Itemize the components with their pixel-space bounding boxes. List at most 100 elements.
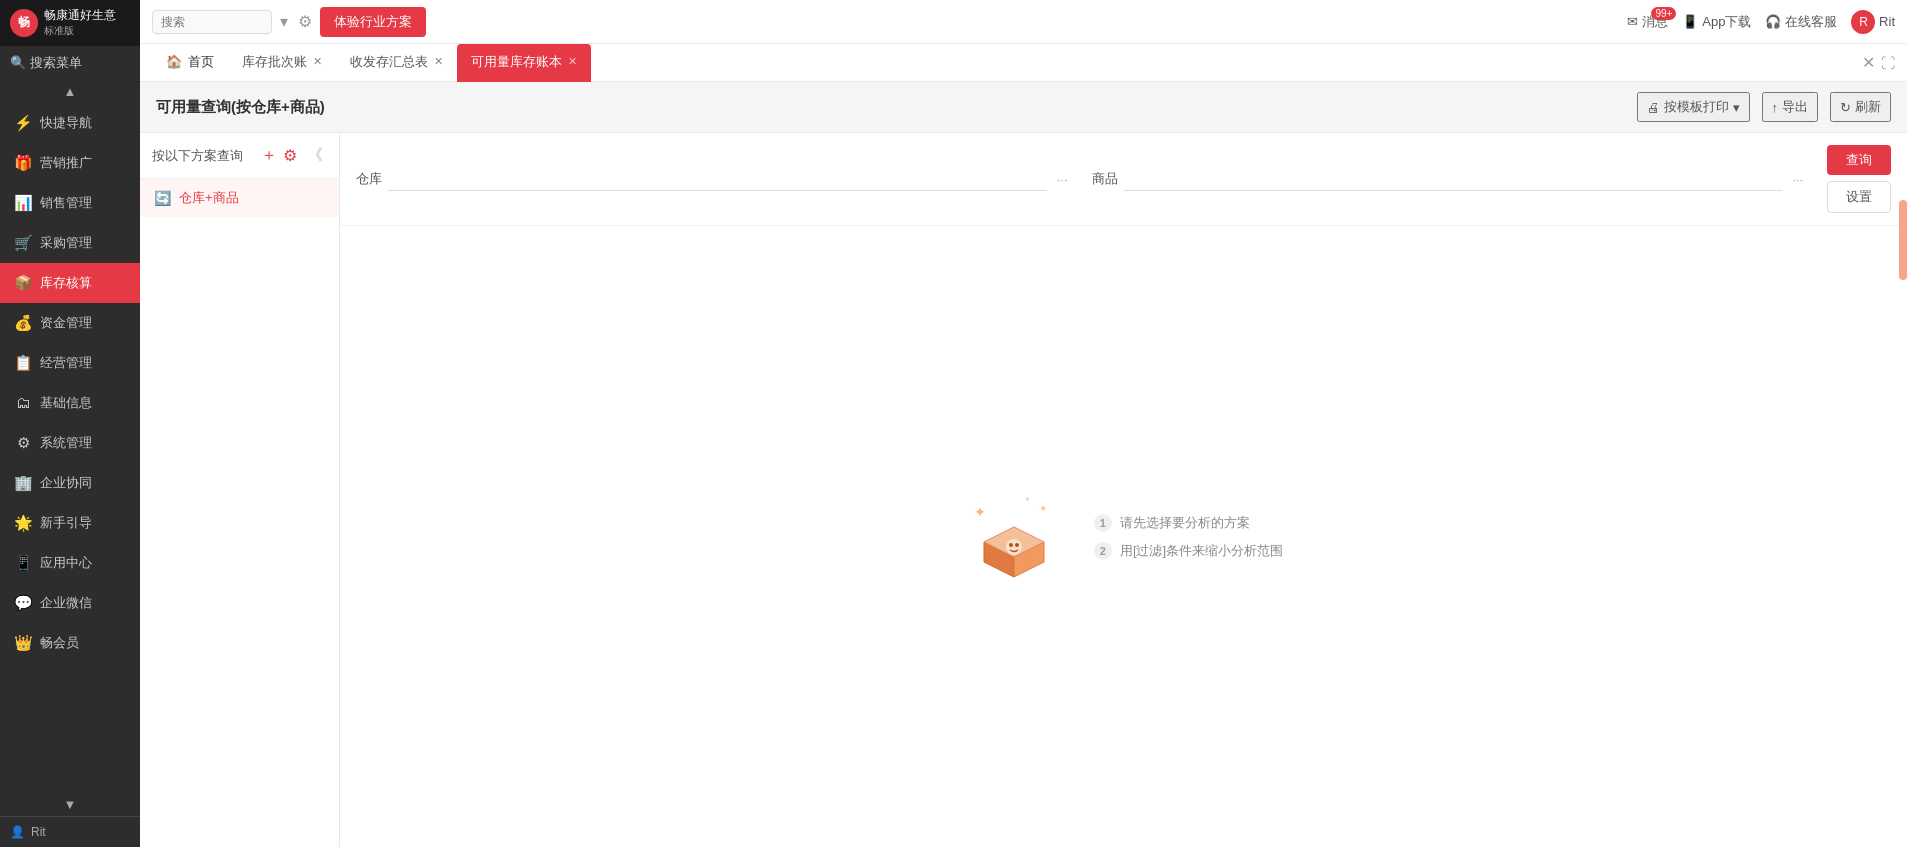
product-more-btn[interactable]: ··· [1788, 172, 1807, 187]
topbar: ▾ ⚙ 体验行业方案 ✉ 消息 99+ 📱 App下载 🎧 在线客服 R Rit [140, 0, 1907, 44]
sidebar-item-label: 系统管理 [40, 434, 92, 452]
username-label: Rit [31, 825, 46, 839]
app-subtitle: 标准版 [44, 24, 116, 38]
sidebar-item-label: 经营管理 [40, 354, 92, 372]
topbar-left: ▾ ⚙ 体验行业方案 [152, 7, 1619, 37]
tab-batch-ledger[interactable]: 库存批次账 ✕ [228, 44, 336, 82]
sidebar-item-system[interactable]: ⚙ 系统管理 [0, 423, 140, 463]
newbie-icon: 🌟 [14, 514, 32, 532]
filter-actions: ＋ ⚙ 《 [261, 143, 327, 168]
print-icon: 🖨 [1647, 100, 1660, 115]
topbar-search-input[interactable] [152, 10, 272, 34]
message-badge: 99+ [1651, 7, 1676, 20]
warehouse-more-btn[interactable]: ··· [1053, 172, 1072, 187]
wechat-icon: 💬 [14, 594, 32, 612]
sidebar-item-label: 资金管理 [40, 314, 92, 332]
sidebar-item-finance[interactable]: 💰 资金管理 [0, 303, 140, 343]
tab-available-ledger-close[interactable]: ✕ [568, 55, 577, 68]
warehouse-input[interactable] [388, 167, 1047, 191]
phone-icon: 📱 [1682, 14, 1698, 29]
home-icon: 🏠 [166, 54, 182, 69]
tip-text-2: 用[过滤]条件来缩小分析范围 [1120, 542, 1283, 560]
sidebar-item-member[interactable]: 👑 畅会员 [0, 623, 140, 663]
app-title-group: 畅康通好生意 标准版 [44, 8, 116, 38]
message-btn[interactable]: ✉ 消息 99+ [1627, 13, 1668, 31]
page-header-actions: 🖨 按模板打印 ▾ ↑ 导出 ↻ 刷新 [1637, 92, 1892, 122]
app-title: 畅康通好生意 [44, 8, 116, 24]
app-download-btn[interactable]: 📱 App下载 [1682, 13, 1751, 31]
sidebar-item-label: 新手引导 [40, 514, 92, 532]
dropdown-btn[interactable]: ▾ [278, 10, 290, 33]
tabs-bar: 🏠 首页 库存批次账 ✕ 收发存汇总表 ✕ 可用量库存账本 ✕ ✕ ⛶ [140, 44, 1907, 82]
settings-query-btn[interactable]: 设置 [1827, 181, 1891, 213]
industry-btn[interactable]: 体验行业方案 [320, 7, 426, 37]
sidebar-item-purchase[interactable]: 🛒 采购管理 [0, 223, 140, 263]
tab-in-out-summary-label: 收发存汇总表 [350, 53, 428, 71]
sidebar-item-marketing[interactable]: 🎁 营销推广 [0, 143, 140, 183]
sidebar-item-label: 采购管理 [40, 234, 92, 252]
filter-warehouse-product[interactable]: 🔄 仓库+商品 [140, 179, 339, 217]
product-input[interactable] [1124, 167, 1783, 191]
sidebar-item-enterprise[interactable]: 🏢 企业协同 [0, 463, 140, 503]
sidebar-item-operations[interactable]: 📋 经营管理 [0, 343, 140, 383]
sidebar-item-inventory[interactable]: 📦 库存核算 [0, 263, 140, 303]
print-dropdown-icon: ▾ [1733, 100, 1740, 115]
sidebar-item-label: 营销推广 [40, 154, 92, 172]
svg-text:✦: ✦ [1039, 503, 1047, 514]
search-icon: 🔍 [10, 55, 26, 70]
app-logo: 畅 [10, 9, 38, 37]
filter-settings-btn[interactable]: ⚙ [283, 143, 297, 168]
sales-icon: 📊 [14, 194, 32, 212]
search-menu[interactable]: 🔍 搜索菜单 [0, 46, 140, 80]
close-tab-btn[interactable]: ✕ [1862, 53, 1875, 72]
sidebar-item-app-center[interactable]: 📱 应用中心 [0, 543, 140, 583]
scroll-down-btn[interactable]: ▼ [0, 793, 140, 816]
product-label: 商品 [1092, 170, 1118, 188]
refresh-label: 刷新 [1855, 98, 1881, 116]
tip-item-2: 2 用[过滤]条件来缩小分析范围 [1094, 542, 1283, 560]
main-content: 仓库 ··· 商品 ··· 查询 设置 [340, 133, 1907, 847]
export-icon: ↑ [1772, 100, 1779, 115]
sidebar-item-quick-nav[interactable]: ⚡ 快捷导航 [0, 103, 140, 143]
sidebar-item-wechat[interactable]: 💬 企业微信 [0, 583, 140, 623]
sidebar-item-newbie[interactable]: 🌟 新手引导 [0, 503, 140, 543]
user-icon: 👤 [10, 825, 25, 839]
tab-batch-ledger-close[interactable]: ✕ [313, 55, 322, 68]
product-field: 商品 ··· [1092, 167, 1808, 191]
warehouse-label: 仓库 [356, 170, 382, 188]
scroll-up-btn[interactable]: ▲ [0, 80, 140, 103]
tab-batch-ledger-label: 库存批次账 [242, 53, 307, 71]
tab-in-out-summary[interactable]: 收发存汇总表 ✕ [336, 44, 457, 82]
tab-home[interactable]: 🏠 首页 [152, 44, 228, 82]
sidebar-item-label: 畅会员 [40, 634, 79, 652]
main-area: ▾ ⚙ 体验行业方案 ✉ 消息 99+ 📱 App下载 🎧 在线客服 R Rit [140, 0, 1907, 847]
settings-gear-btn[interactable]: ⚙ [296, 10, 314, 33]
enterprise-icon: 🏢 [14, 474, 32, 492]
tip-num-1: 1 [1094, 514, 1112, 532]
quick-nav-icon: ⚡ [14, 114, 32, 132]
export-btn[interactable]: ↑ 导出 [1762, 92, 1819, 122]
sidebar-item-label: 应用中心 [40, 554, 92, 572]
user-profile-btn[interactable]: R Rit [1851, 10, 1895, 34]
sidebar-item-sales[interactable]: 📊 销售管理 [0, 183, 140, 223]
filter-item-icon: 🔄 [154, 190, 171, 206]
online-service-btn[interactable]: 🎧 在线客服 [1765, 13, 1837, 31]
tab-available-ledger[interactable]: 可用量库存账本 ✕ [457, 44, 591, 82]
add-filter-btn[interactable]: ＋ [261, 143, 277, 168]
empty-box-svg: ✦ ✦ ✦ [964, 487, 1064, 587]
expand-tab-btn[interactable]: ⛶ [1881, 55, 1895, 71]
refresh-btn[interactable]: ↻ 刷新 [1830, 92, 1891, 122]
topbar-username: Rit [1879, 14, 1895, 29]
sidebar-item-label: 基础信息 [40, 394, 92, 412]
collapse-panel-btn[interactable]: 《 [303, 143, 327, 168]
print-btn[interactable]: 🖨 按模板打印 ▾ [1637, 92, 1750, 122]
user-avatar: R [1851, 10, 1875, 34]
right-scrollbar[interactable] [1899, 200, 1907, 280]
query-btn[interactable]: 查询 [1827, 145, 1891, 175]
sidebar-user[interactable]: 👤 Rit [0, 816, 140, 847]
app-center-icon: 📱 [14, 554, 32, 572]
tab-in-out-summary-close[interactable]: ✕ [434, 55, 443, 68]
sidebar-item-base-info[interactable]: 🗂 基础信息 [0, 383, 140, 423]
topbar-right: ✉ 消息 99+ 📱 App下载 🎧 在线客服 R Rit [1627, 10, 1895, 34]
filter-item-label: 仓库+商品 [179, 189, 239, 207]
